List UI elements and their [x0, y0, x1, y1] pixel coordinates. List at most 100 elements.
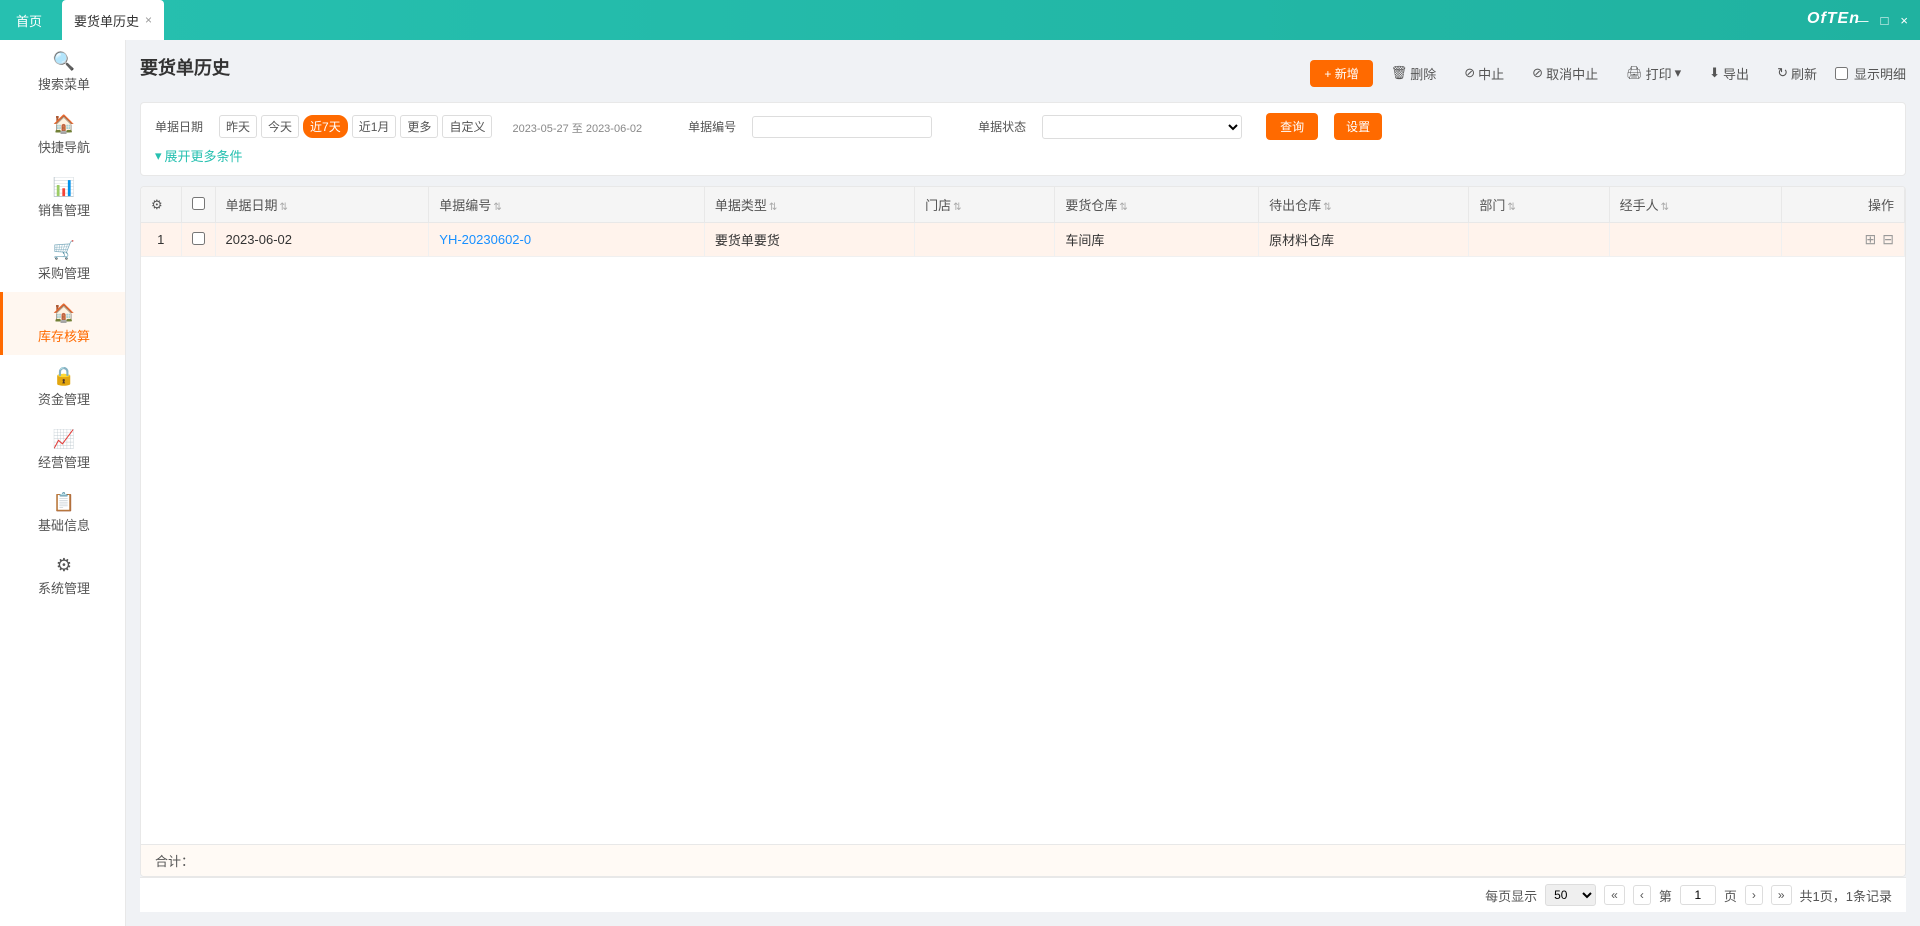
sidebar-item-search-menu[interactable]: 🔍 搜索菜单 — [0, 40, 125, 103]
date-btn-custom[interactable]: 自定义 — [442, 115, 492, 138]
status-label: 单据状态 — [978, 118, 1026, 135]
sidebar-item-operation[interactable]: 📈 经营管理 — [0, 418, 125, 481]
table-header-row: ⚙ 单据日期⇅ 单据编号⇅ 单据类型⇅ 门店⇅ 要货仓库⇅ 待出仓库⇅ 部门⇅ … — [141, 187, 1905, 223]
purchase-icon: 🛒 — [53, 241, 75, 259]
export-button[interactable]: ⬇ 导出 — [1699, 60, 1759, 87]
display-cell-toggle[interactable]: 显示明细 — [1835, 64, 1906, 83]
sidebar-item-finance[interactable]: 🔒 资金管理 — [0, 355, 125, 418]
sidebar-item-sales[interactable]: 📊 销售管理 — [0, 166, 125, 229]
sidebar-label-operation: 经营管理 — [38, 452, 90, 471]
top-bar: 首页 要货单历史 × OfTEn — □ × — [0, 0, 1920, 40]
sidebar-label-inventory: 库存核算 — [38, 326, 90, 345]
new-button[interactable]: + 新增 — [1310, 60, 1372, 87]
cancel-stop-button[interactable]: ⊘ 取消中止 — [1522, 60, 1608, 87]
select-all-checkbox[interactable] — [192, 197, 205, 210]
active-tab-label: 要货单历史 — [74, 11, 139, 30]
table-body: 1 2023-06-02 YH-20230602-0 要货单要货 车间库 原材料… — [141, 223, 1905, 257]
settings-button[interactable]: 设置 — [1334, 113, 1382, 140]
date-btn-1month[interactable]: 近1月 — [352, 115, 397, 138]
sidebar-label-sales: 销售管理 — [38, 200, 90, 219]
data-table: ⚙ 单据日期⇅ 单据编号⇅ 单据类型⇅ 门店⇅ 要货仓库⇅ 待出仓库⇅ 部门⇅ … — [141, 187, 1905, 257]
stop-icon: ⊘ — [1464, 65, 1475, 81]
next-page-btn[interactable]: › — [1745, 885, 1763, 905]
page-input[interactable] — [1680, 885, 1716, 905]
per-page-label: 每页显示 — [1485, 886, 1537, 905]
display-cell-checkbox[interactable] — [1835, 67, 1848, 80]
date-btn-yesterday[interactable]: 昨天 — [219, 115, 257, 138]
content-area: 要货单历史 + 新增 🗑 删除 ⊘ 中止 ⊘ 取消中止 🖨 打印 — [126, 40, 1920, 926]
finance-icon: 🔒 — [53, 367, 75, 385]
sidebar-label-quick-nav: 快捷导航 — [38, 137, 90, 156]
date-btn-more[interactable]: 更多 — [400, 115, 438, 138]
date-btn-7days[interactable]: 近7天 — [303, 115, 348, 138]
date-btns: 昨天 今天 近7天 近1月 更多 自定义 — [219, 115, 492, 138]
action-icons: ⊞ ⊟ — [1792, 231, 1894, 248]
row-req-warehouse: 车间库 — [1055, 223, 1259, 257]
filter-row-1: 单据日期 昨天 今天 近7天 近1月 更多 自定义 2023-05-27 至 2… — [155, 113, 1891, 140]
main-layout: 🔍 搜索菜单 🏠 快捷导航 📊 销售管理 🛒 采购管理 🏠 库存核算 🔒 资金管… — [0, 40, 1920, 926]
operation-icon: 📈 — [53, 430, 75, 448]
export-icon: ⬇ — [1709, 65, 1720, 81]
refresh-button[interactable]: ↻ 刷新 — [1767, 60, 1827, 87]
th-settings: ⚙ — [141, 187, 181, 223]
cancel-stop-icon: ⊘ — [1532, 65, 1543, 81]
prev-page-btn[interactable]: ‹ — [1633, 885, 1651, 905]
sidebar-label-basic-info: 基础信息 — [38, 515, 90, 534]
total-label: 共1页，1条记录 — [1800, 886, 1892, 905]
window-controls: — □ × — [1856, 13, 1920, 28]
row-date: 2023-06-02 — [215, 223, 429, 257]
print-dropdown-icon: ▾ — [1675, 65, 1682, 81]
th-action: 操作 — [1781, 187, 1904, 223]
row-order-type: 要货单要货 — [704, 223, 914, 257]
table-head: ⚙ 单据日期⇅ 单据编号⇅ 单据类型⇅ 门店⇅ 要货仓库⇅ 待出仓库⇅ 部门⇅ … — [141, 187, 1905, 223]
expand-more-btn[interactable]: ▾ 展开更多条件 — [155, 146, 1891, 165]
tab-close-icon[interactable]: × — [145, 13, 152, 27]
th-dest-warehouse: 待出仓库⇅ — [1259, 187, 1469, 223]
sidebar-label-system: 系统管理 — [38, 578, 90, 597]
stop-button[interactable]: ⊘ 中止 — [1454, 60, 1514, 87]
table-row: 1 2023-06-02 YH-20230602-0 要货单要货 车间库 原材料… — [141, 223, 1905, 257]
order-no-input[interactable] — [752, 116, 932, 138]
row-store — [915, 223, 1055, 257]
date-btn-today[interactable]: 今天 — [261, 115, 299, 138]
date-filter-label: 单据日期 — [155, 118, 203, 135]
delete-button[interactable]: 🗑 删除 — [1381, 60, 1447, 87]
query-button[interactable]: 查询 — [1266, 113, 1318, 140]
th-dept: 部门⇅ — [1469, 187, 1609, 223]
th-req-warehouse: 要货仓库⇅ — [1055, 187, 1259, 223]
sidebar-item-inventory[interactable]: 🏠 库存核算 — [0, 292, 125, 355]
basic-info-icon: 📋 — [53, 493, 75, 511]
tab-home[interactable]: 首页 — [0, 0, 58, 40]
print-button[interactable]: 🖨 打印 ▾ — [1616, 60, 1691, 87]
tab-active[interactable]: 要货单历史 × — [62, 0, 164, 40]
sidebar: 🔍 搜索菜单 🏠 快捷导航 📊 销售管理 🛒 采购管理 🏠 库存核算 🔒 资金管… — [0, 40, 126, 926]
sales-icon: 📊 — [53, 178, 75, 196]
edit-icon[interactable]: ⊞ — [1865, 231, 1877, 248]
sidebar-item-quick-nav[interactable]: 🏠 快捷导航 — [0, 103, 125, 166]
first-page-btn[interactable]: « — [1604, 885, 1625, 905]
th-order-no: 单据编号⇅ — [429, 187, 705, 223]
row-dept — [1469, 223, 1609, 257]
more-icon[interactable]: ⊟ — [1882, 231, 1894, 248]
order-no-link[interactable]: YH-20230602-0 — [439, 232, 531, 247]
sidebar-item-system[interactable]: ⚙ 系统管理 — [0, 544, 125, 607]
row-checkbox[interactable] — [192, 232, 205, 245]
print-icon: 🖨 — [1626, 65, 1643, 81]
th-store: 门店⇅ — [915, 187, 1055, 223]
th-date: 单据日期⇅ — [215, 187, 429, 223]
maximize-icon[interactable]: □ — [1881, 13, 1889, 28]
toolbar: + 新增 🗑 删除 ⊘ 中止 ⊘ 取消中止 🖨 打印 ▾ — [1310, 60, 1906, 87]
last-page-btn[interactable]: » — [1771, 885, 1792, 905]
sidebar-item-purchase[interactable]: 🛒 采购管理 — [0, 229, 125, 292]
per-page-select[interactable]: 50 100 — [1545, 884, 1596, 906]
window-close-icon[interactable]: × — [1900, 13, 1908, 28]
quick-nav-icon: 🏠 — [53, 115, 75, 133]
sidebar-item-basic-info[interactable]: 📋 基础信息 — [0, 481, 125, 544]
status-select[interactable] — [1042, 115, 1242, 139]
page-title: 要货单历史 — [140, 54, 230, 80]
page-label: 第 — [1659, 886, 1672, 905]
row-order-no: YH-20230602-0 — [429, 223, 705, 257]
th-checkbox — [181, 187, 215, 223]
expand-icon: ▾ — [155, 148, 162, 164]
th-order-type: 单据类型⇅ — [704, 187, 914, 223]
